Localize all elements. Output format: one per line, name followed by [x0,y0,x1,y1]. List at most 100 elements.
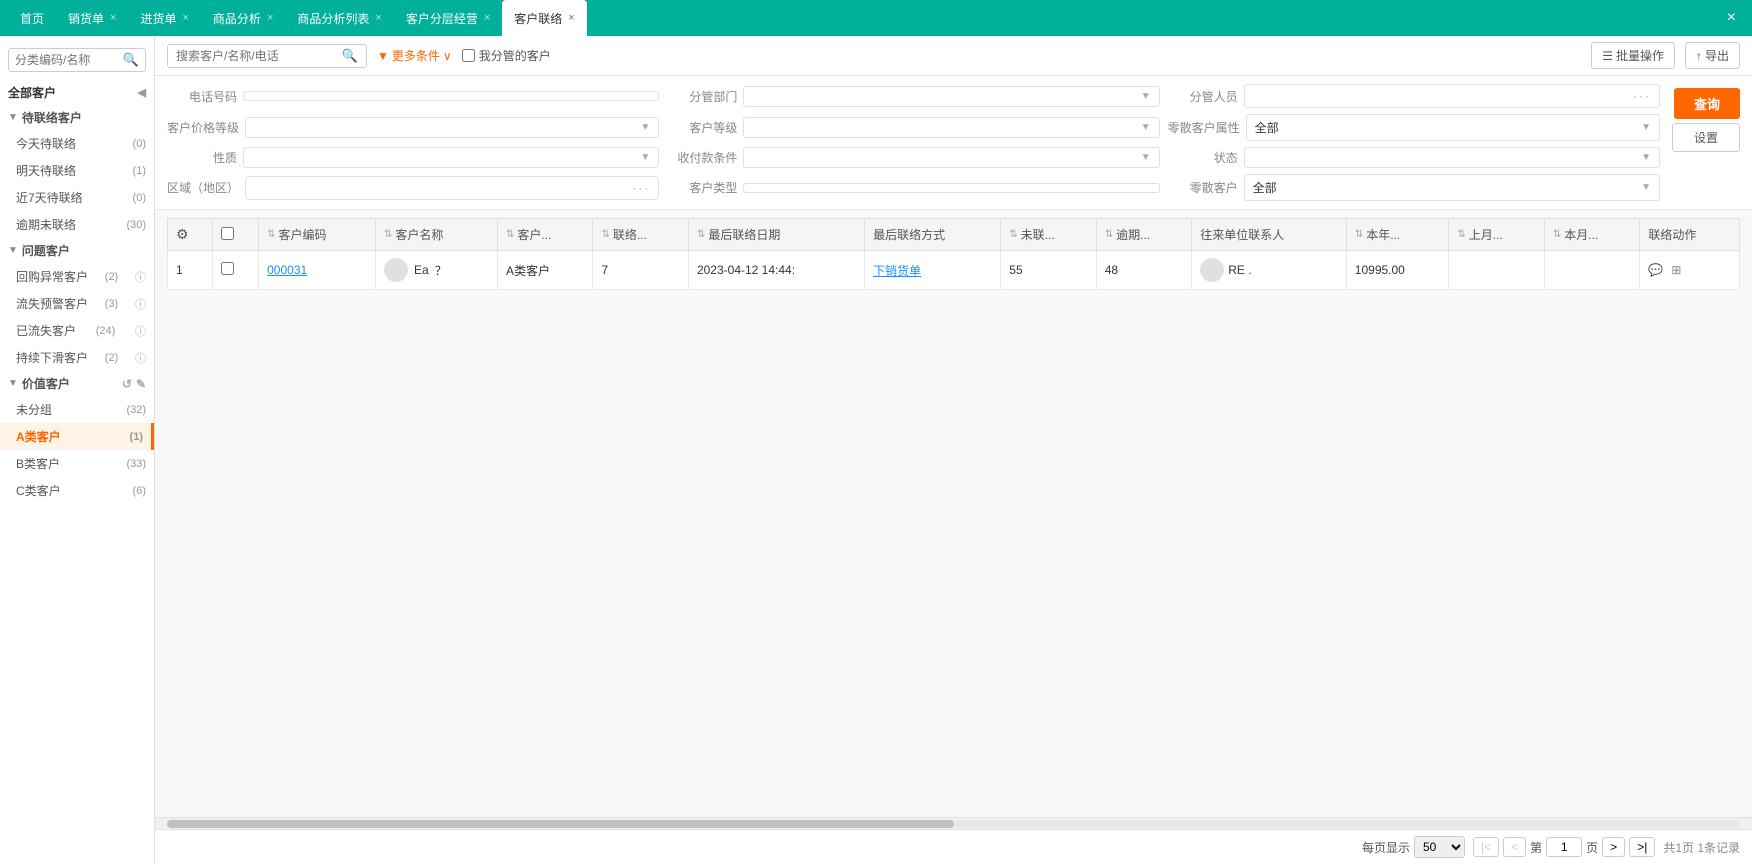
sidebar-item-7days[interactable]: 近7天待联络 (0) [0,184,154,211]
prev-page-button[interactable]: < [1503,837,1526,857]
phone-label: 电话号码 [167,88,237,105]
payment-select[interactable]: ▼ [743,147,1159,168]
action-icon-1[interactable]: 💬 [1648,263,1663,277]
main-search-box[interactable]: 🔍 [167,44,367,68]
sidebar-search-icon[interactable]: 🔍 [123,52,139,68]
nature-select[interactable]: ▼ [243,147,659,168]
main-search-icon[interactable]: 🔍 [342,48,358,64]
close-contact-tab[interactable]: × [568,12,574,24]
close-purchase-tab[interactable]: × [182,12,188,24]
scrollbar-track[interactable] [167,820,1740,828]
page-input[interactable] [1546,837,1582,857]
sidebar-item-class-a[interactable]: A类客户 (1) [0,423,154,450]
row-last-method[interactable]: 下销货单 [865,251,1001,290]
sidebar-item-class-b[interactable]: B类客户 (33) [0,450,154,477]
per-page-selector[interactable]: 每页显示 50 100 200 [1362,836,1465,858]
close-product-list-tab[interactable]: × [375,12,381,24]
edit-icon[interactable]: ✎ [136,377,146,391]
nav-purchase[interactable]: 进货单 × [128,0,200,36]
manager-input[interactable]: ··· [1244,84,1660,108]
export-button[interactable]: ↑ 导出 [1685,42,1740,69]
dept-select[interactable]: ▼ [743,86,1159,107]
col-uncontacted[interactable]: ⇅ 未联... [1001,219,1096,251]
first-page-button[interactable]: |< [1473,837,1499,857]
sidebar-item-declining[interactable]: 持续下滑客户 (2) ⓘ [0,344,154,371]
next-page-button[interactable]: > [1602,837,1625,857]
price-grade-select[interactable]: ▼ [245,117,659,138]
nav-product-analysis-list[interactable]: 商品分析列表 × [285,0,393,36]
horizontal-scrollbar[interactable] [155,817,1752,829]
phone-input[interactable] [243,91,659,101]
sidebar-item-churned[interactable]: 已流失客户 (24) ⓘ [0,317,154,344]
col-last-date[interactable]: ⇅ 最后联络日期 [688,219,864,251]
close-product-analysis-tab[interactable]: × [267,12,273,24]
close-all-button[interactable]: × [1719,9,1744,27]
col-name[interactable]: ⇅ 客户名称 [376,219,498,251]
col-last-method[interactable]: 最后联络方式 [865,219,1001,251]
close-stratify-tab[interactable]: × [484,12,490,24]
col-type[interactable]: ⇅ 客户... [497,219,592,251]
region-input[interactable]: ··· [245,176,659,200]
retail-attr-select[interactable]: 全部 ▼ [1246,114,1660,141]
per-page-select[interactable]: 50 100 200 [1414,836,1465,858]
all-customers-header[interactable]: 全部客户 ◀ [0,80,154,105]
action-icon-2[interactable]: ⊞ [1671,263,1681,277]
payment-field: 收付款条件 ▼ [667,147,1159,168]
my-customers-checkbox[interactable]: 我分管的客户 [462,47,551,64]
table-settings-icon[interactable]: ⚙ [176,226,189,242]
sidebar-item-churn-warning[interactable]: 流失预警客户 (3) ⓘ [0,290,154,317]
col-sort-icon2: ⇅ [384,229,392,240]
sidebar-item-repurchase-abnormal[interactable]: 回购异常客户 (2) ⓘ [0,263,154,290]
main-search-input[interactable] [176,49,342,63]
customer-grade-select[interactable]: ▼ [743,117,1159,138]
row-name[interactable]: Ea ？ [376,251,498,290]
row-select-checkbox[interactable] [221,262,234,275]
customer-type-input[interactable] [743,183,1159,193]
more-filters-button[interactable]: ▼ 更多条件 ∨ [377,47,452,64]
sidebar-item-tomorrow[interactable]: 明天待联络 (1) [0,157,154,184]
sidebar-search-box[interactable]: 🔍 [8,48,146,72]
col-code[interactable]: ⇅ 客户编码 [259,219,376,251]
sidebar-item-class-c[interactable]: C类客户 (6) [0,477,154,504]
table-row: 1 000031 Ea ？ [168,251,1740,290]
nav-sales[interactable]: 销货单 × [56,0,128,36]
scrollbar-thumb[interactable] [167,820,954,828]
row-action[interactable]: 💬 ⊞ [1640,251,1740,290]
value-customers-group[interactable]: ▼ 价值客户 ↺ ✎ [0,371,154,396]
sidebar-item-ungrouped[interactable]: 未分组 (32) [0,396,154,423]
nav-customer-stratify[interactable]: 客户分层经营 × [394,0,502,36]
status-select[interactable]: ▼ [1244,147,1660,168]
retail-customer-arrow: ▼ [1641,182,1651,193]
query-button[interactable]: 查询 [1674,88,1740,119]
col-last-month[interactable]: ⇅ 上月... [1449,219,1544,251]
pending-contact-group[interactable]: ▼ 待联络客户 [0,105,154,130]
col-overdue[interactable]: ⇅ 逾期... [1096,219,1191,251]
col-contact[interactable]: ⇅ 联络... [593,219,688,251]
select-all-checkbox[interactable] [221,227,234,240]
nature-arrow: ▼ [640,152,650,163]
sidebar-item-today[interactable]: 今天待联络 (0) [0,130,154,157]
col-this-year[interactable]: ⇅ 本年... [1346,219,1449,251]
problem-customers-group[interactable]: ▼ 问题客户 [0,238,154,263]
col-this-month[interactable]: ⇅ 本月... [1544,219,1639,251]
row-checkbox[interactable] [213,251,259,290]
col-person[interactable]: 往来单位联系人 [1192,219,1347,251]
settings-button[interactable]: 设置 [1672,123,1740,152]
row-code[interactable]: 000031 [259,251,376,290]
nav-home[interactable]: 首页 [8,0,56,36]
manager-label: 分管人员 [1168,88,1238,105]
sidebar-search-input[interactable] [15,53,123,67]
retail-customer-select[interactable]: 全部 ▼ [1244,174,1660,201]
nav-customer-contact[interactable]: 客户联络 × [502,0,586,36]
col-settings[interactable]: ⚙ [168,219,213,251]
my-customers-check[interactable] [462,49,475,62]
sidebar-item-overdue[interactable]: 逾期未联络 (30) [0,211,154,238]
retail-attr-arrow: ▼ [1641,122,1651,133]
nav-product-analysis[interactable]: 商品分析 × [201,0,285,36]
last-page-button[interactable]: >| [1629,837,1655,857]
top-navigation: 首页 销货单 × 进货单 × 商品分析 × 商品分析列表 × 客户分层经营 × … [0,0,1752,36]
close-sales-tab[interactable]: × [110,12,116,24]
region-label: 区域（地区） [167,179,239,196]
refresh-icon[interactable]: ↺ [122,377,132,391]
batch-operation-button[interactable]: ☰ 批量操作 [1591,42,1675,69]
